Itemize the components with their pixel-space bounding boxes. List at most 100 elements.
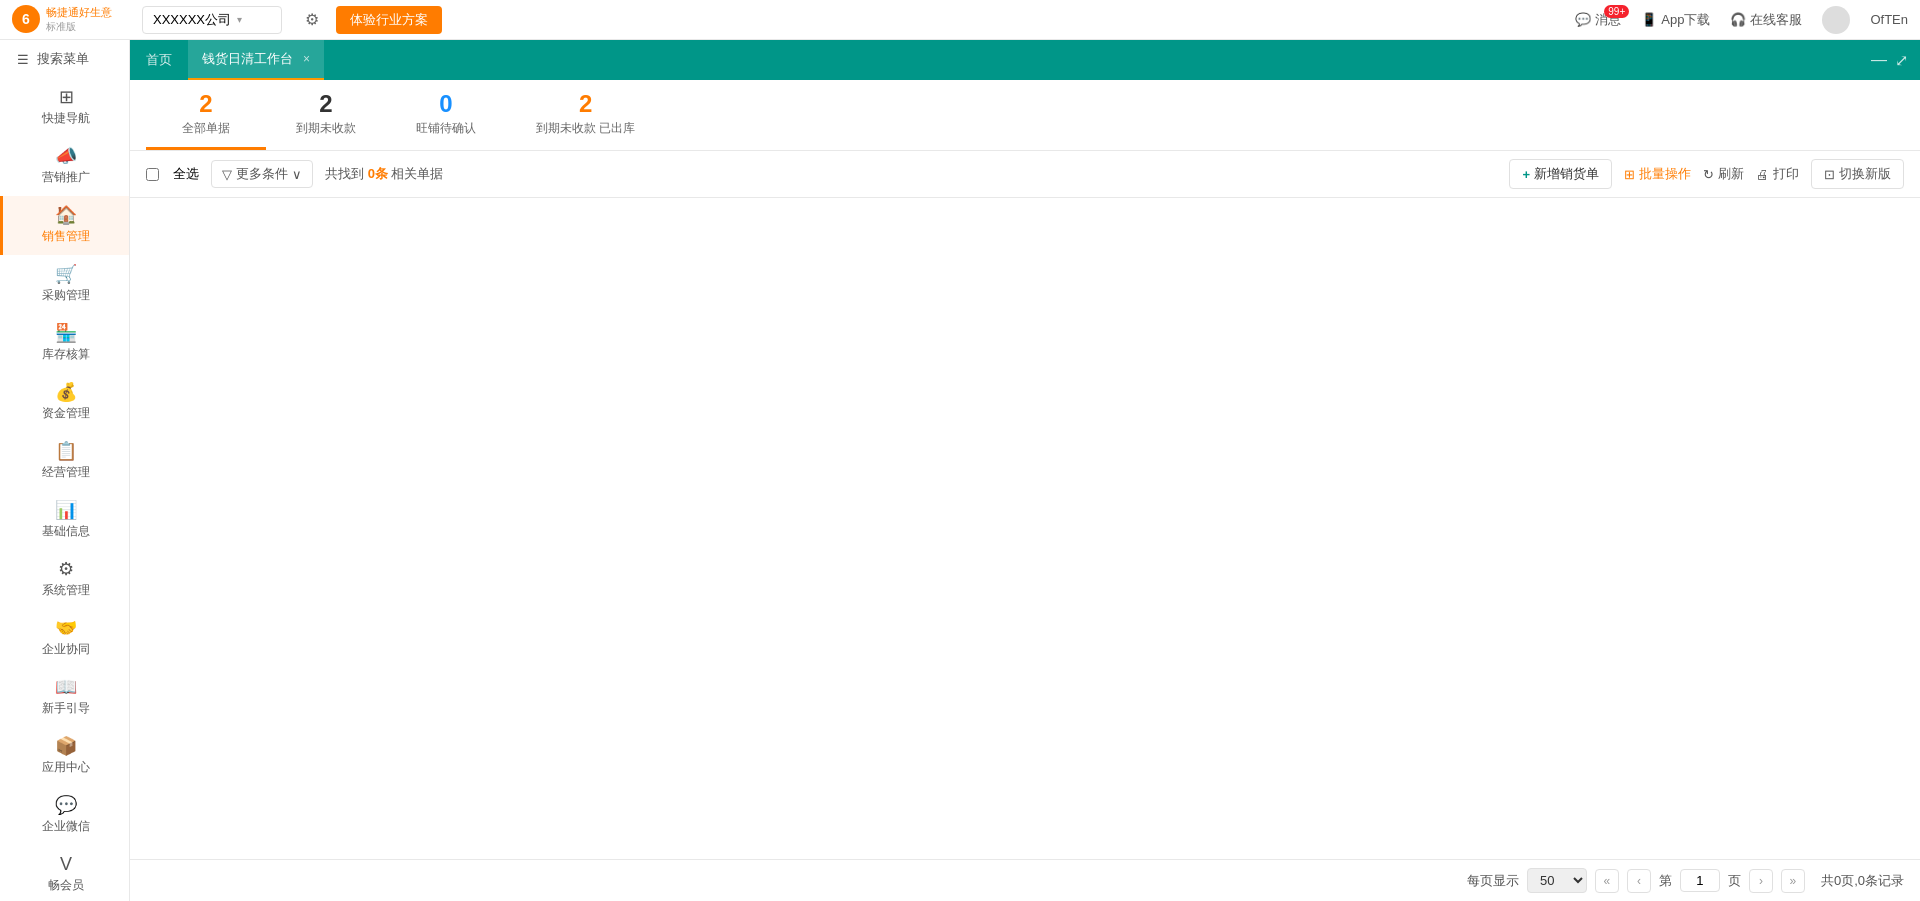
sidebar-sales-label: 销售管理 [42,228,90,245]
system-icon: ⚙ [58,560,74,578]
sidebar: ☰ 搜索菜单 ⊞ 快捷导航 📣 营销推广 🏠 销售管理 🛒 采购管理 🏪 库存核… [0,40,130,901]
content-body [130,198,1920,859]
stat-num-shipped: 2 [579,90,592,118]
app-download-button[interactable]: 📱 App下载 [1641,11,1710,29]
sidebar-item-member[interactable]: V 畅会员 [0,845,129,901]
first-page-button[interactable]: « [1595,869,1619,893]
stats-tabs: 2 全部单据 2 到期未收款 0 旺铺待确认 2 到期未收款 已出库 [130,80,1920,151]
stat-num-all: 2 [199,90,212,118]
avatar[interactable] [1822,6,1850,34]
new-sale-label: 新增销货单 [1534,165,1599,183]
tab-home[interactable]: 首页 [130,40,188,80]
top-bar-right: 💬 消息 99+ 📱 App下载 🎧 在线客服 OfTEn [1575,6,1908,34]
sidebar-basic-info-label: 基础信息 [42,523,90,540]
page-size-label: 每页显示 [1467,872,1519,890]
sales-icon: 🏠 [55,206,77,224]
stat-tab-shipped[interactable]: 2 到期未收款 已出库 [506,80,665,150]
print-button[interactable]: 🖨 打印 [1756,165,1799,183]
sidebar-item-basic-info[interactable]: 📊 基础信息 [0,491,129,550]
sidebar-item-marketing[interactable]: 📣 营销推广 [0,137,129,196]
settings-button[interactable]: ⚙ [298,6,326,34]
sidebar-item-system[interactable]: ⚙ 系统管理 [0,550,129,609]
switch-label: 切换新版 [1839,165,1891,183]
pagination-bar: 每页显示 50 100 200 « ‹ 第 页 › » 共0页,0条记录 [130,859,1920,901]
content-area: 首页 钱货日清工作台 × — ⤢ 2 全部单据 2 到期未收款 [130,40,1920,901]
stat-label-shipped: 到期未收款 已出库 [536,120,635,137]
sidebar-system-label: 系统管理 [42,582,90,599]
app-download-label: App下载 [1661,11,1710,29]
tab-minimize-button[interactable]: — [1871,51,1887,69]
tab-close-icon[interactable]: × [303,52,310,66]
sidebar-item-search[interactable]: ☰ 搜索菜单 [0,40,129,78]
sidebar-finance-label: 资金管理 [42,405,90,422]
filter-chevron-icon: ∨ [292,167,302,182]
stat-tab-all[interactable]: 2 全部单据 [146,80,266,150]
trial-button[interactable]: 体验行业方案 [336,6,442,34]
sidebar-item-operations[interactable]: 📋 经营管理 [0,432,129,491]
switch-new-version-button[interactable]: ⊡ 切换新版 [1811,159,1904,189]
online-service-button[interactable]: 🎧 在线客服 [1730,11,1802,29]
sidebar-search-label: 搜索菜单 [37,50,89,68]
last-page-button[interactable]: » [1781,869,1805,893]
sidebar-inventory-label: 库存核算 [42,346,90,363]
basic-info-icon: 📊 [55,501,77,519]
top-bar: 6 畅捷通好生意 标准版 XXXXXX公司 ▾ ⚙ 体验行业方案 💬 消息 99… [0,0,1920,40]
prev-page-button[interactable]: ‹ [1627,869,1651,893]
sidebar-member-label: 畅会员 [48,877,84,894]
page-number-input[interactable] [1680,869,1720,892]
logo-text: 畅捷通好生意 [46,5,112,19]
stat-tab-overdue[interactable]: 2 到期未收款 [266,80,386,150]
sidebar-item-inventory[interactable]: 🏪 库存核算 [0,314,129,373]
guide-icon: 📖 [55,678,77,696]
home-tab-label: 首页 [146,51,172,69]
page-label-suffix: 页 [1728,872,1741,890]
total-info: 共0页,0条记录 [1821,872,1904,890]
logo-tag: 标准版 [46,20,112,34]
new-sale-button[interactable]: + 新增销货单 [1509,159,1612,189]
refresh-button[interactable]: ↻ 刷新 [1703,165,1744,183]
message-icon: 💬 [1575,12,1591,27]
sidebar-app-center-label: 应用中心 [42,759,90,776]
company-selector[interactable]: XXXXXX公司 ▾ [142,6,282,34]
sidebar-wechat-label: 企业微信 [42,818,90,835]
sidebar-item-finance[interactable]: 💰 资金管理 [0,373,129,432]
filter-icon: ▽ [222,167,232,182]
sidebar-item-guide[interactable]: 📖 新手引导 [0,668,129,727]
found-prefix: 共找到 [325,166,364,181]
tab-maximize-button[interactable]: ⤢ [1895,51,1908,70]
stat-num-overdue: 2 [319,90,332,118]
sidebar-item-wechat[interactable]: 💬 企业微信 [0,786,129,845]
sidebar-purchase-label: 采购管理 [42,287,90,304]
message-badge: 99+ [1604,5,1629,18]
select-all-checkbox[interactable] [146,168,159,181]
switch-icon: ⊡ [1824,167,1835,182]
sidebar-item-sales[interactable]: 🏠 销售管理 [0,196,129,255]
print-label: 打印 [1773,165,1799,183]
sidebar-item-enterprise-collab[interactable]: 🤝 企业协同 [0,609,129,668]
quicknav-icon: ⊞ [59,88,74,106]
sidebar-item-quicknav[interactable]: ⊞ 快捷导航 [0,78,129,137]
operations-icon: 📋 [55,442,77,460]
next-page-button[interactable]: › [1749,869,1773,893]
page-label-prefix: 第 [1659,872,1672,890]
print-icon: 🖨 [1756,167,1769,182]
stat-tab-wangpu[interactable]: 0 旺铺待确认 [386,80,506,150]
chevron-down-icon: ▾ [237,14,242,25]
work-area: 2 全部单据 2 到期未收款 0 旺铺待确认 2 到期未收款 已出库 [130,80,1920,901]
sidebar-enterprise-collab-label: 企业协同 [42,641,90,658]
main-layout: ☰ 搜索菜单 ⊞ 快捷导航 📣 营销推广 🏠 销售管理 🛒 采购管理 🏪 库存核… [0,40,1920,901]
sidebar-item-app-center[interactable]: 📦 应用中心 [0,727,129,786]
batch-operation-button[interactable]: ⊞ 批量操作 [1624,165,1691,183]
filter-button[interactable]: ▽ 更多条件 ∨ [211,160,313,188]
sidebar-item-purchase[interactable]: 🛒 采购管理 [0,255,129,314]
top-bar-actions: ⚙ 体验行业方案 [298,6,442,34]
page-size-select[interactable]: 50 100 200 [1527,868,1587,893]
logo-icon: 6 [12,5,40,33]
stat-label-wangpu: 旺铺待确认 [416,120,476,137]
message-button[interactable]: 💬 消息 99+ [1575,11,1621,29]
inventory-icon: 🏪 [55,324,77,342]
tab-active[interactable]: 钱货日清工作台 × [188,40,324,80]
username[interactable]: OfTEn [1870,12,1908,27]
stat-label-overdue: 到期未收款 [296,120,356,137]
headset-icon: 🎧 [1730,12,1746,27]
